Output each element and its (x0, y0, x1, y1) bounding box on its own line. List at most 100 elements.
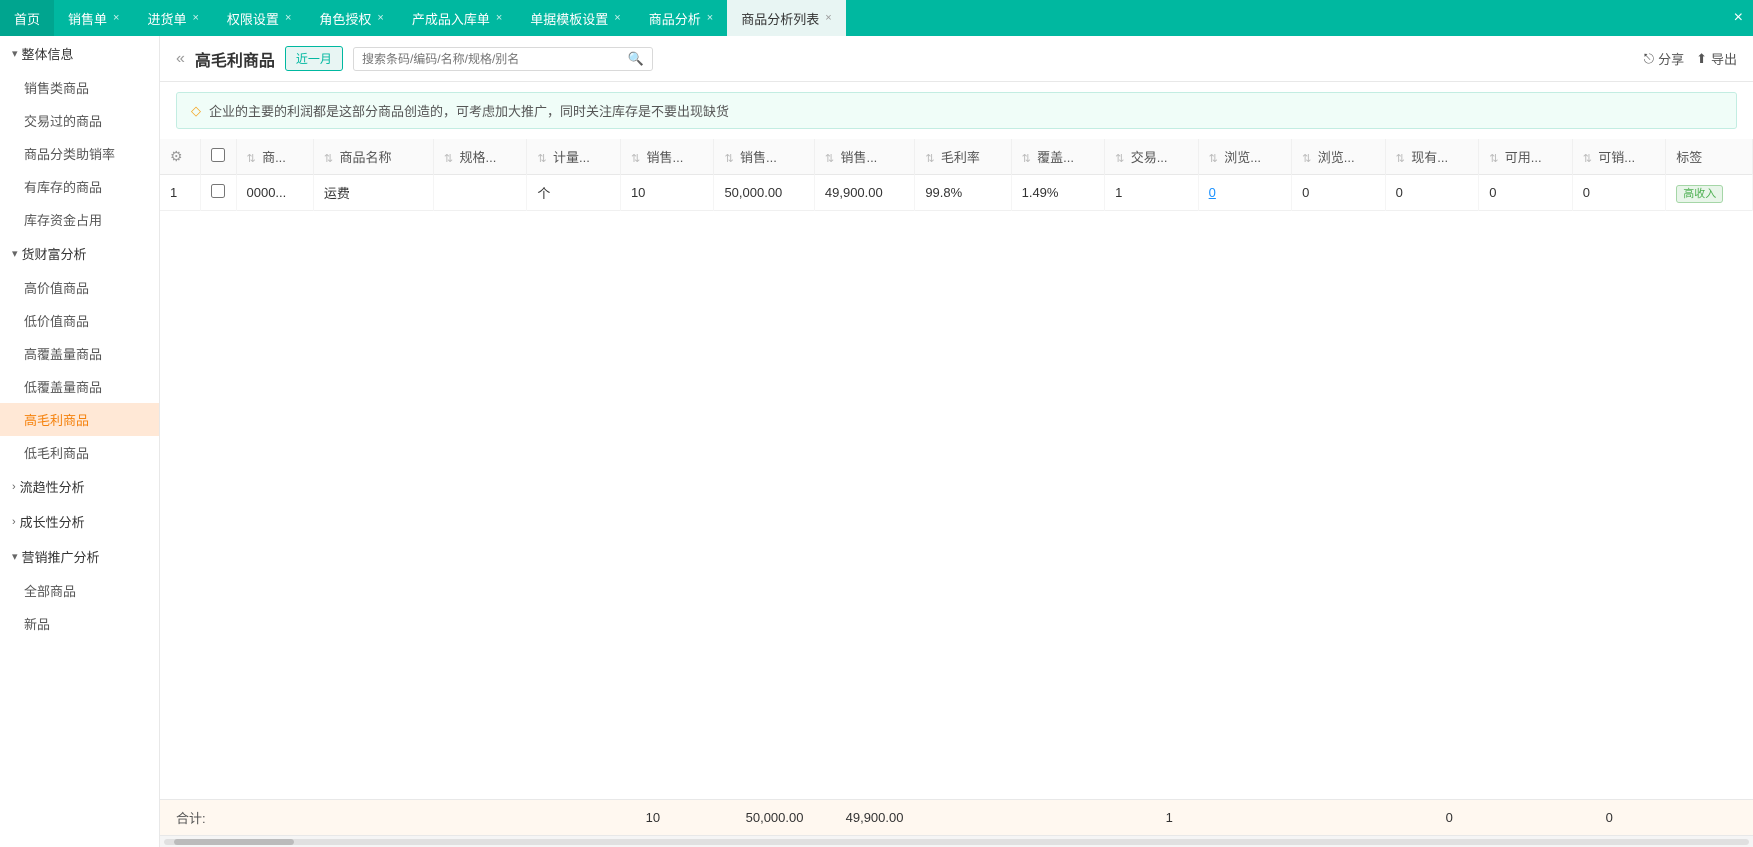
close-template-icon[interactable]: × (614, 12, 620, 24)
collapse-arrow-growth-icon: › (12, 516, 16, 528)
close-permission-icon[interactable]: × (285, 12, 291, 24)
total-sales-qty: 10 (636, 810, 716, 825)
sort-icon-amount: ⇅ (724, 153, 733, 165)
row-available-stock: 0 (1479, 175, 1573, 211)
close-role-auth-icon[interactable]: × (377, 12, 383, 24)
table-header-row: ⚙ ⇅ 商... ⇅ 商品名称 (160, 139, 1753, 175)
top-navigation: 首页 销售单 × 进货单 × 权限设置 × 角色授权 × 产成品入库单 × 单据… (0, 0, 1753, 36)
horizontal-scrollbar[interactable] (160, 835, 1753, 847)
nav-product-analysis-list[interactable]: 商品分析列表 × (727, 0, 845, 36)
col-product-name[interactable]: ⇅ 商品名称 (313, 139, 433, 175)
close-all-tabs-button[interactable]: × (1734, 9, 1743, 27)
col-available-stock[interactable]: ⇅ 可用... (1479, 139, 1573, 175)
sidebar-group-marketing-analysis[interactable]: ▾ 营销推广分析 (0, 539, 159, 574)
row-select-checkbox[interactable] (211, 184, 225, 198)
col-trade[interactable]: ⇅ 交易... (1105, 139, 1199, 175)
filter-recent-month-button[interactable]: 近一月 (285, 46, 343, 71)
collapse-arrow-wealth-icon: ▾ (12, 247, 18, 260)
col-coverage[interactable]: ⇅ 覆盖... (1011, 139, 1105, 175)
sort-icon-browse1: ⇅ (1209, 153, 1218, 165)
sidebar-item-stock-capital[interactable]: 库存资金占用 (0, 203, 159, 236)
col-product-code[interactable]: ⇅ 商... (236, 139, 313, 175)
nav-home[interactable]: 首页 (0, 0, 54, 36)
select-all-checkbox[interactable] (211, 148, 225, 162)
row-index: 1 (160, 175, 200, 211)
sidebar-group-trend-analysis[interactable]: › 流趋性分析 (0, 469, 159, 504)
col-spec[interactable]: ⇅ 规格... (433, 139, 527, 175)
nav-sales-order[interactable]: 销售单 × (54, 0, 133, 36)
sidebar-item-sales-products[interactable]: 销售类商品 (0, 71, 159, 104)
total-values: 10 50,000.00 49,900.00 1 0 0 (246, 810, 1676, 825)
settings-icon[interactable]: ⚙ (170, 148, 183, 164)
col-current-stock[interactable]: ⇅ 现有... (1385, 139, 1479, 175)
total-current-stock: 0 (1436, 810, 1516, 825)
sidebar-item-low-margin[interactable]: 低毛利商品 (0, 436, 159, 469)
nav-template-settings[interactable]: 单据模板设置 × (516, 0, 634, 36)
search-icon[interactable]: 🔍 (628, 51, 644, 67)
sort-icon-trade: ⇅ (1115, 153, 1124, 165)
close-sales-order-icon[interactable]: × (113, 12, 119, 24)
col-tag[interactable]: 标签 (1666, 139, 1753, 175)
share-button[interactable]: ⎋ 分享 (1644, 49, 1684, 68)
row-gross-margin: 99.8% (915, 175, 1011, 211)
col-unit[interactable]: ⇅ 计量... (527, 139, 621, 175)
nav-role-auth[interactable]: 角色授权 × (305, 0, 397, 36)
sidebar-item-high-coverage[interactable]: 高覆盖量商品 (0, 337, 159, 370)
footer-total: 合计: 10 50,000.00 49,900.00 1 0 0 (160, 799, 1753, 835)
sidebar-item-new-products[interactable]: 新品 (0, 607, 159, 640)
close-purchase-order-icon[interactable]: × (192, 12, 198, 24)
nav-finished-goods[interactable]: 产成品入库单 × (398, 0, 516, 36)
nav-product-analysis[interactable]: 商品分析 × (635, 0, 727, 36)
sidebar-item-in-stock-products[interactable]: 有库存的商品 (0, 170, 159, 203)
sidebar-item-category-rate[interactable]: 商品分类助销率 (0, 137, 159, 170)
row-browse2: 0 (1292, 175, 1386, 211)
search-input[interactable] (362, 52, 628, 66)
sidebar-group-growth-analysis[interactable]: › 成长性分析 (0, 504, 159, 539)
sort-icon-browse2: ⇅ (1302, 153, 1311, 165)
close-product-analysis-icon[interactable]: × (707, 12, 713, 24)
col-gross-margin[interactable]: ⇅ 毛利率 (915, 139, 1011, 175)
table-row: 1 0000... 运费 (160, 175, 1753, 211)
sort-icon-cost: ⇅ (825, 153, 834, 165)
sort-icon-saleable: ⇅ (1583, 153, 1592, 165)
sidebar-item-low-value[interactable]: 低价值商品 (0, 304, 159, 337)
total-sales-cost: 49,900.00 (836, 810, 916, 825)
row-spec (433, 175, 527, 211)
search-box: 🔍 (353, 47, 653, 71)
sidebar-item-traded-products[interactable]: 交易过的商品 (0, 104, 159, 137)
nav-purchase-order[interactable]: 进货单 × (133, 0, 212, 36)
collapse-sidebar-button[interactable]: « (176, 50, 185, 68)
collapse-arrow-trend-icon: › (12, 481, 16, 493)
row-current-stock: 0 (1385, 175, 1479, 211)
sidebar-item-all-products[interactable]: 全部商品 (0, 574, 159, 607)
col-saleable-stock[interactable]: ⇅ 可销... (1572, 139, 1666, 175)
col-sales-cost[interactable]: ⇅ 销售... (814, 139, 914, 175)
sidebar-group-overall-info[interactable]: ▾ 整体信息 (0, 36, 159, 71)
table-container[interactable]: ⚙ ⇅ 商... ⇅ 商品名称 (160, 139, 1753, 799)
row-browse1[interactable]: 0 (1198, 175, 1292, 211)
close-finished-goods-icon[interactable]: × (496, 12, 502, 24)
scrollbar-track (164, 839, 1749, 845)
main-layout: ▾ 整体信息 销售类商品 交易过的商品 商品分类助销率 有库存的商品 库存资金占… (0, 36, 1753, 847)
col-settings[interactable]: ⚙ (160, 139, 200, 175)
sort-icon-current: ⇅ (1396, 153, 1405, 165)
col-browse1[interactable]: ⇅ 浏览... (1198, 139, 1292, 175)
row-code: 0000... (236, 175, 313, 211)
col-browse2[interactable]: ⇅ 浏览... (1292, 139, 1386, 175)
col-sales-qty[interactable]: ⇅ 销售... (620, 139, 714, 175)
scrollbar-thumb[interactable] (174, 839, 294, 845)
content-header: « 高毛利商品 近一月 🔍 ⎋ 分享 ⬆ 导出 (160, 36, 1753, 82)
col-sales-amount[interactable]: ⇅ 销售... (714, 139, 814, 175)
close-product-analysis-list-icon[interactable]: × (825, 12, 831, 24)
sidebar-item-low-coverage[interactable]: 低覆盖量商品 (0, 370, 159, 403)
row-trade: 1 (1105, 175, 1199, 211)
export-button[interactable]: ⬆ 导出 (1696, 49, 1737, 68)
sort-icon-coverage: ⇅ (1022, 153, 1031, 165)
total-trade: 1 (1156, 810, 1236, 825)
sort-icon: ⇅ (247, 153, 256, 165)
sidebar-item-high-margin[interactable]: 高毛利商品 (0, 403, 159, 436)
row-tag: 高收入 (1666, 175, 1753, 211)
sidebar-item-high-value[interactable]: 高价值商品 (0, 271, 159, 304)
nav-permission-settings[interactable]: 权限设置 × (213, 0, 305, 36)
sidebar-group-wealth-analysis[interactable]: ▾ 货财富分析 (0, 236, 159, 271)
